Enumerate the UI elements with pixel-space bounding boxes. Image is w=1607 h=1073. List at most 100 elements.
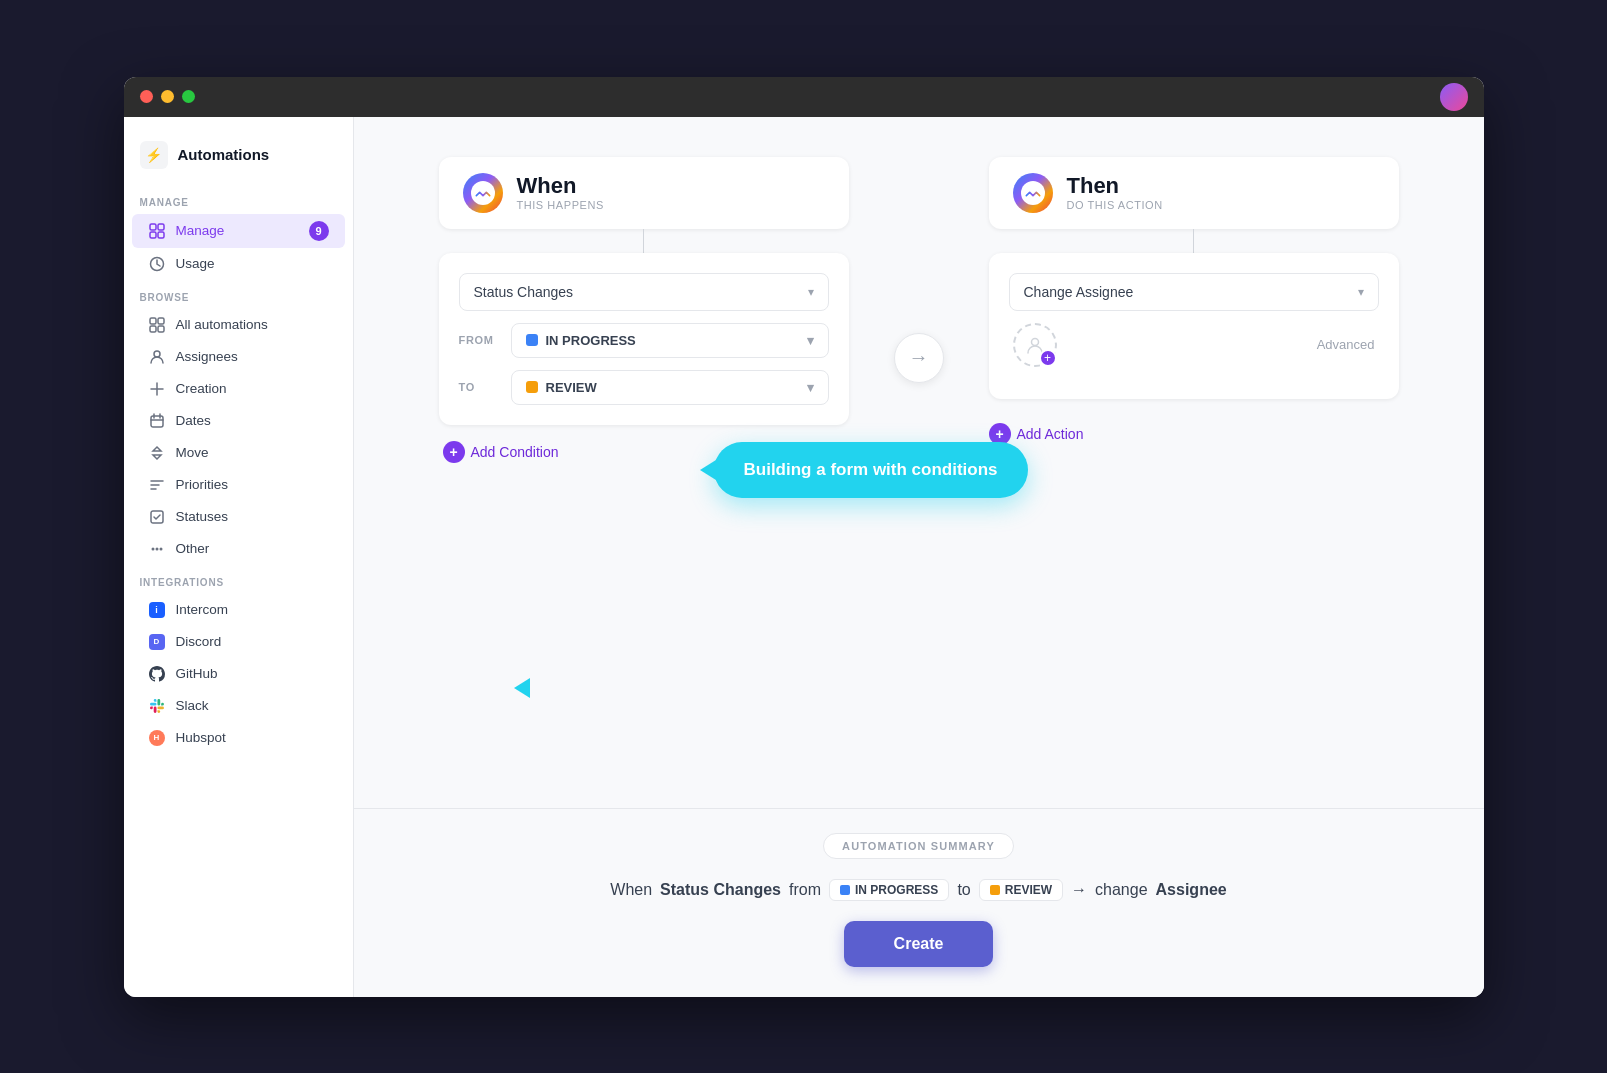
avatar[interactable] <box>1440 83 1468 111</box>
bottom-panel: AUTOMATION SUMMARY When Status Changes f… <box>354 808 1484 997</box>
then-card-text: Then DO THIS ACTION <box>1067 175 1163 211</box>
close-button[interactable] <box>140 90 153 103</box>
automation-summary-label: AUTOMATION SUMMARY <box>823 833 1014 859</box>
discord-icon: D <box>148 633 166 651</box>
sidebar-title: Automations <box>178 146 270 163</box>
summary-from-text: from <box>789 881 821 899</box>
svg-rect-0 <box>150 224 156 230</box>
to-chevron-icon: ▾ <box>807 380 814 395</box>
create-button[interactable]: Create <box>844 921 994 967</box>
slack-label: Slack <box>176 698 209 713</box>
summary-when: When <box>610 881 652 899</box>
to-status-dropdown[interactable]: REVIEW ▾ <box>511 370 829 405</box>
slack-icon <box>148 697 166 715</box>
when-body-card: Status Changes ▾ FROM IN PROGRESS ▾ <box>439 253 849 425</box>
svg-point-14 <box>159 547 162 550</box>
sidebar-item-statuses[interactable]: Statuses <box>132 501 345 533</box>
manage-icon <box>148 222 166 240</box>
integrations-section-label: INTEGRATIONS <box>124 565 353 594</box>
move-label: Move <box>176 445 209 460</box>
assignee-placeholder: + Advanced <box>1009 311 1379 379</box>
sidebar-item-github[interactable]: GitHub <box>132 658 345 690</box>
sidebar-item-intercom[interactable]: i Intercom <box>132 594 345 626</box>
sidebar-item-creation[interactable]: Creation <box>132 373 345 405</box>
priorities-icon <box>148 476 166 494</box>
then-card-header: Then DO THIS ACTION <box>989 157 1399 229</box>
summary-text: When Status Changes from IN PROGRESS to … <box>610 879 1226 901</box>
sidebar-item-discord[interactable]: D Discord <box>132 626 345 658</box>
maximize-button[interactable] <box>182 90 195 103</box>
sidebar-header: ⚡ Automations <box>124 133 353 185</box>
summary-to-badge: REVIEW <box>979 879 1063 901</box>
svg-point-16 <box>1021 181 1045 205</box>
statuses-icon <box>148 508 166 526</box>
svg-point-17 <box>1031 338 1038 345</box>
when-subtitle: THIS HAPPENS <box>517 199 604 211</box>
creation-label: Creation <box>176 381 227 396</box>
advanced-link[interactable]: Advanced <box>1317 337 1375 352</box>
when-card-text: When THIS HAPPENS <box>517 175 604 211</box>
trigger-value: Status Changes <box>474 284 574 300</box>
flow-arrow-circle: → <box>894 333 944 383</box>
manage-section-label: MANAGE <box>124 185 353 214</box>
add-condition-icon: + <box>443 441 465 463</box>
sidebar-item-manage[interactable]: Manage 9 <box>132 214 345 248</box>
move-icon <box>148 444 166 462</box>
action-dropdown[interactable]: Change Assignee ▾ <box>1009 273 1379 311</box>
to-row: TO REVIEW ▾ <box>459 370 829 405</box>
sidebar-item-usage[interactable]: Usage <box>132 248 345 280</box>
manage-label: Manage <box>176 223 225 238</box>
automation-canvas: When THIS HAPPENS <box>354 117 1484 808</box>
sidebar-item-priorities[interactable]: Priorities <box>132 469 345 501</box>
svg-rect-8 <box>158 326 164 332</box>
svg-rect-3 <box>158 232 164 238</box>
minimize-button[interactable] <box>161 90 174 103</box>
titlebar <box>124 77 1484 117</box>
assignees-icon <box>148 348 166 366</box>
sidebar-item-hubspot[interactable]: H Hubspot <box>132 722 345 754</box>
from-label: FROM <box>459 334 499 346</box>
assignee-circle[interactable]: + <box>1013 323 1057 367</box>
svg-rect-7 <box>150 326 156 332</box>
summary-from-value: IN PROGRESS <box>855 883 938 897</box>
hubspot-label: Hubspot <box>176 730 226 745</box>
action-value: Change Assignee <box>1024 284 1134 300</box>
summary-action: Assignee <box>1156 881 1227 899</box>
svg-rect-1 <box>158 224 164 230</box>
summary-trigger: Status Changes <box>660 881 781 899</box>
app-body: ⚡ Automations MANAGE Manage 9 <box>124 117 1484 997</box>
sidebar-item-all-automations[interactable]: All automations <box>132 309 345 341</box>
from-row: FROM IN PROGRESS ▾ <box>459 323 829 358</box>
add-condition-label: Add Condition <box>471 444 559 460</box>
dates-icon <box>148 412 166 430</box>
from-status-value: IN PROGRESS <box>546 333 636 348</box>
right-connector-top <box>1193 229 1194 253</box>
sidebar-item-move[interactable]: Move <box>132 437 345 469</box>
from-status-dropdown[interactable]: IN PROGRESS ▾ <box>511 323 829 358</box>
add-action-label: Add Action <box>1017 426 1084 442</box>
usage-label: Usage <box>176 256 215 271</box>
statuses-label: Statuses <box>176 509 229 524</box>
svg-rect-2 <box>150 232 156 238</box>
trigger-dropdown[interactable]: Status Changes ▾ <box>459 273 829 311</box>
add-condition-button[interactable]: + Add Condition <box>443 441 559 463</box>
app-window: ⚡ Automations MANAGE Manage 9 <box>124 77 1484 997</box>
to-status-dot <box>526 381 538 393</box>
discord-label: Discord <box>176 634 222 649</box>
manage-badge: 9 <box>309 221 329 241</box>
assignee-plus-icon: + <box>1039 349 1057 367</box>
sidebar: ⚡ Automations MANAGE Manage 9 <box>124 117 354 997</box>
when-logo <box>463 173 503 213</box>
intercom-icon: i <box>148 601 166 619</box>
summary-to-text: to <box>957 881 970 899</box>
assignees-label: Assignees <box>176 349 238 364</box>
sidebar-item-dates[interactable]: Dates <box>132 405 345 437</box>
sidebar-item-assignees[interactable]: Assignees <box>132 341 345 373</box>
summary-from-dot <box>840 885 850 895</box>
github-icon <box>148 665 166 683</box>
all-automations-icon <box>148 316 166 334</box>
automations-icon: ⚡ <box>140 141 168 169</box>
summary-change: change <box>1095 881 1148 899</box>
sidebar-item-slack[interactable]: Slack <box>132 690 345 722</box>
sidebar-item-other[interactable]: Other <box>132 533 345 565</box>
